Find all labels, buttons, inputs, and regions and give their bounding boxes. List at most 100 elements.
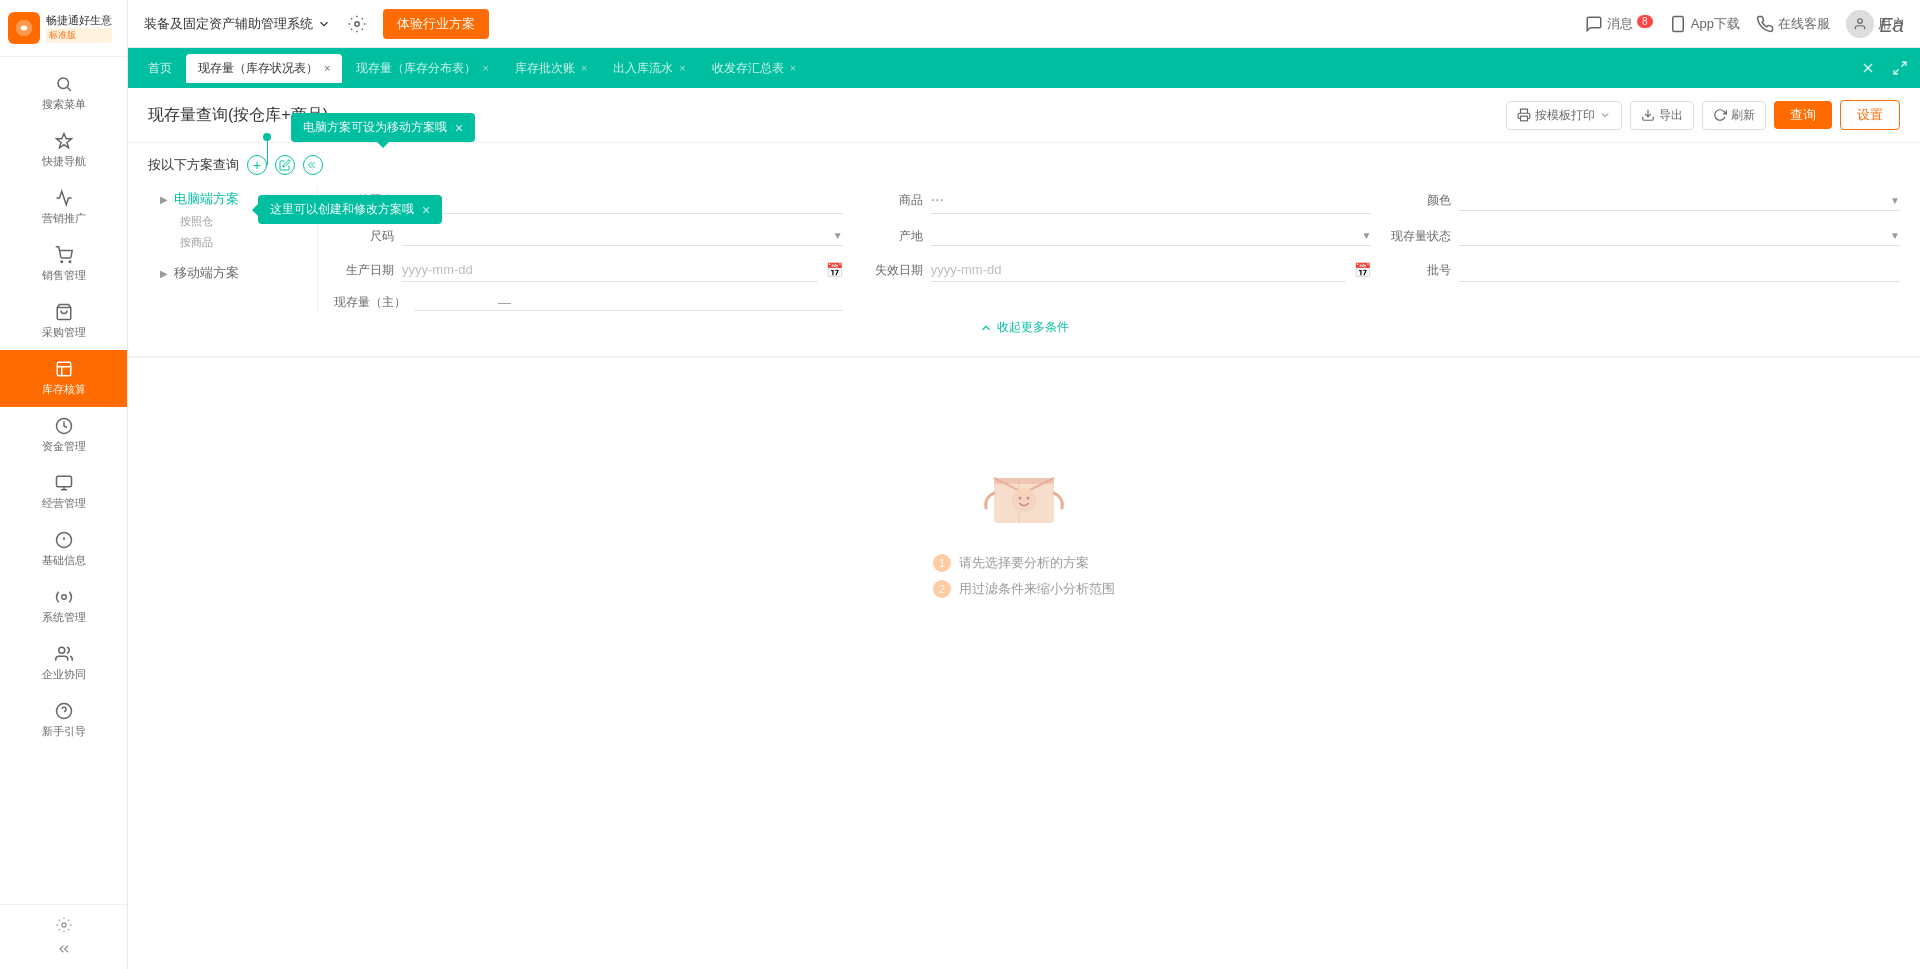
svg-point-13: [58, 647, 64, 653]
message-label: 消息: [1607, 15, 1633, 33]
svg-line-23: [1901, 62, 1906, 67]
sidebar-footer: [0, 904, 127, 969]
sidebar-item-operations[interactable]: 经营管理: [0, 464, 127, 521]
step2-num: 2: [933, 580, 951, 598]
user-avatar: [1846, 10, 1874, 38]
tab-batch-ledger-close[interactable]: ×: [581, 62, 587, 74]
sidebar-item-guide[interactable]: 新手引导: [0, 692, 127, 749]
header-right: 消息 8 App下载 在线客服 用户 Ea: [1585, 10, 1904, 38]
scheme-pc-chevron: ▶: [160, 194, 168, 205]
tab-recv-summary-close[interactable]: ×: [790, 62, 796, 74]
collapse-btn[interactable]: 收起更多条件: [148, 311, 1900, 344]
stock-main-min[interactable]: [414, 295, 494, 310]
tab-home[interactable]: 首页: [136, 54, 184, 83]
tooltip2-close-btn[interactable]: ×: [422, 202, 430, 218]
scheme-pc-sub2[interactable]: 按商品: [168, 232, 305, 253]
header-settings-btn[interactable]: [343, 10, 371, 38]
filter-row-1: 按照仓 ··· 商品 ···: [334, 187, 1900, 214]
sidebar-collapse-btn[interactable]: [56, 941, 72, 957]
stock-main-max[interactable]: [515, 295, 595, 310]
sidebar-item-basic-info[interactable]: 基础信息: [0, 521, 127, 578]
svg-rect-8: [56, 476, 71, 487]
tab-inventory-dist-close[interactable]: ×: [482, 62, 488, 74]
tooltip1-close-btn[interactable]: ×: [455, 120, 463, 136]
prod-date-calendar-icon[interactable]: 📅: [826, 262, 843, 278]
stock-main-dash: —: [498, 295, 511, 310]
filter-edit-btn[interactable]: [275, 155, 295, 175]
goods-input[interactable]: ···: [931, 187, 1372, 214]
origin-dropdown[interactable]: ▼: [931, 226, 1372, 246]
sidebar-item-marketing[interactable]: 营销推广: [0, 179, 127, 236]
empty-state: 1 请先选择要分析的方案 2 用过滤条件来缩小分析范围: [128, 358, 1920, 678]
trial-btn[interactable]: 体验行业方案: [383, 9, 489, 39]
tab-close-all-btn[interactable]: [1856, 56, 1880, 80]
sidebar-item-purchase[interactable]: 采购管理: [0, 293, 127, 350]
logo-text: 畅捷通好生意: [46, 13, 112, 27]
query-btn[interactable]: 查询: [1774, 101, 1832, 129]
tooltip-pc-scheme: 电脑方案可设为移动方案哦 ×: [291, 113, 475, 142]
logo-icon: [8, 12, 40, 44]
exp-date-calendar-icon[interactable]: 📅: [1354, 262, 1371, 278]
size-dropdown[interactable]: ▼: [402, 226, 843, 246]
print-btn[interactable]: 按模板打印: [1506, 101, 1622, 130]
filter-row-3: 生产日期 📅 失效日期 📅: [334, 258, 1900, 282]
stock-main-range: —: [414, 295, 843, 311]
empty-steps: 1 请先选择要分析的方案 2 用过滤条件来缩小分析范围: [933, 554, 1115, 598]
color-dropdown[interactable]: ▼: [1459, 191, 1900, 211]
refresh-btn[interactable]: 刷新: [1702, 101, 1766, 130]
stock-status-dropdown[interactable]: ▼: [1459, 226, 1900, 246]
filter-batch: 批号: [1391, 258, 1900, 282]
tab-inventory-status[interactable]: 现存量（库存状况表） ×: [186, 54, 342, 83]
tab-inventory-status-close[interactable]: ×: [324, 62, 330, 74]
batch-input[interactable]: [1459, 258, 1900, 282]
ea-text: Ea: [1880, 14, 1904, 37]
tooltip2-arrow: [252, 204, 258, 216]
empty-illustration: [964, 438, 1084, 538]
svg-point-32: [1027, 497, 1030, 500]
sidebar: 畅捷通好生意 标准版 搜索菜单 快捷导航 营销推广 销售管理: [0, 0, 128, 969]
tab-in-out-flow-close[interactable]: ×: [679, 62, 685, 74]
filter-fields: 按照仓 ··· 商品 ···: [318, 187, 1900, 311]
system-name-select[interactable]: 装备及固定资产辅助管理系统: [144, 15, 331, 33]
tab-in-out-flow[interactable]: 出入库流水 ×: [601, 54, 697, 83]
setting-btn[interactable]: 设置: [1840, 100, 1900, 130]
exp-date-input[interactable]: [931, 258, 1347, 282]
tooltip-create-scheme: 这里可以创建和修改方案哦 ×: [258, 195, 442, 224]
color-label: 颜色: [1391, 192, 1451, 209]
sidebar-item-sales[interactable]: 销售管理: [0, 236, 127, 293]
tab-maximize-btn[interactable]: [1888, 56, 1912, 80]
sidebar-item-inventory[interactable]: 库存核算: [0, 350, 127, 407]
sidebar-settings-btn[interactable]: [56, 917, 72, 933]
svg-rect-28: [994, 478, 1054, 484]
sidebar-item-quick-nav[interactable]: 快捷导航: [0, 122, 127, 179]
tooltip-arrow: [377, 142, 389, 148]
header-left: 装备及固定资产辅助管理系统 体验行业方案: [144, 9, 489, 39]
prod-date-input[interactable]: [402, 258, 818, 282]
sidebar-item-finance[interactable]: 资金管理: [0, 407, 127, 464]
sidebar-item-search-menu[interactable]: 搜索菜单: [0, 65, 127, 122]
sidebar-item-system[interactable]: 系统管理: [0, 578, 127, 635]
online-support-label: 在线客服: [1778, 15, 1830, 33]
filter-origin: 产地 ▼: [863, 226, 1372, 246]
svg-line-24: [1894, 69, 1899, 74]
app-logo: 畅捷通好生意 标准版: [0, 0, 127, 57]
filter-stock-status: 现存量状态 ▼: [1391, 226, 1900, 246]
message-btn[interactable]: 消息 8: [1585, 15, 1653, 33]
svg-point-31: [1019, 497, 1022, 500]
filter-row-4: 现存量（主） —: [334, 294, 1900, 311]
filter-prod-date: 生产日期 📅: [334, 258, 843, 282]
sidebar-item-enterprise[interactable]: 企业协同: [0, 635, 127, 692]
system-name-text: 装备及固定资产辅助管理系统: [144, 15, 313, 33]
tab-batch-ledger[interactable]: 库存批次账 ×: [503, 54, 599, 83]
page-actions: 按模板打印 导出 刷新 查询 设置: [1506, 100, 1900, 130]
filter-row-2: 尺码 ▼ 产地: [334, 226, 1900, 246]
filter-back-btn[interactable]: [303, 155, 323, 175]
tab-actions: [1856, 56, 1912, 80]
tab-recv-summary[interactable]: 收发存汇总表 ×: [700, 54, 808, 83]
online-support-btn[interactable]: 在线客服: [1756, 15, 1830, 33]
export-btn[interactable]: 导出: [1630, 101, 1694, 130]
tab-inventory-dist[interactable]: 现存量（库存分布表） ×: [344, 54, 500, 83]
app-download-btn[interactable]: App下载: [1669, 15, 1740, 33]
scheme-mobile[interactable]: ▶ 移动端方案: [148, 261, 305, 285]
warehouse-input[interactable]: ···: [402, 187, 843, 214]
